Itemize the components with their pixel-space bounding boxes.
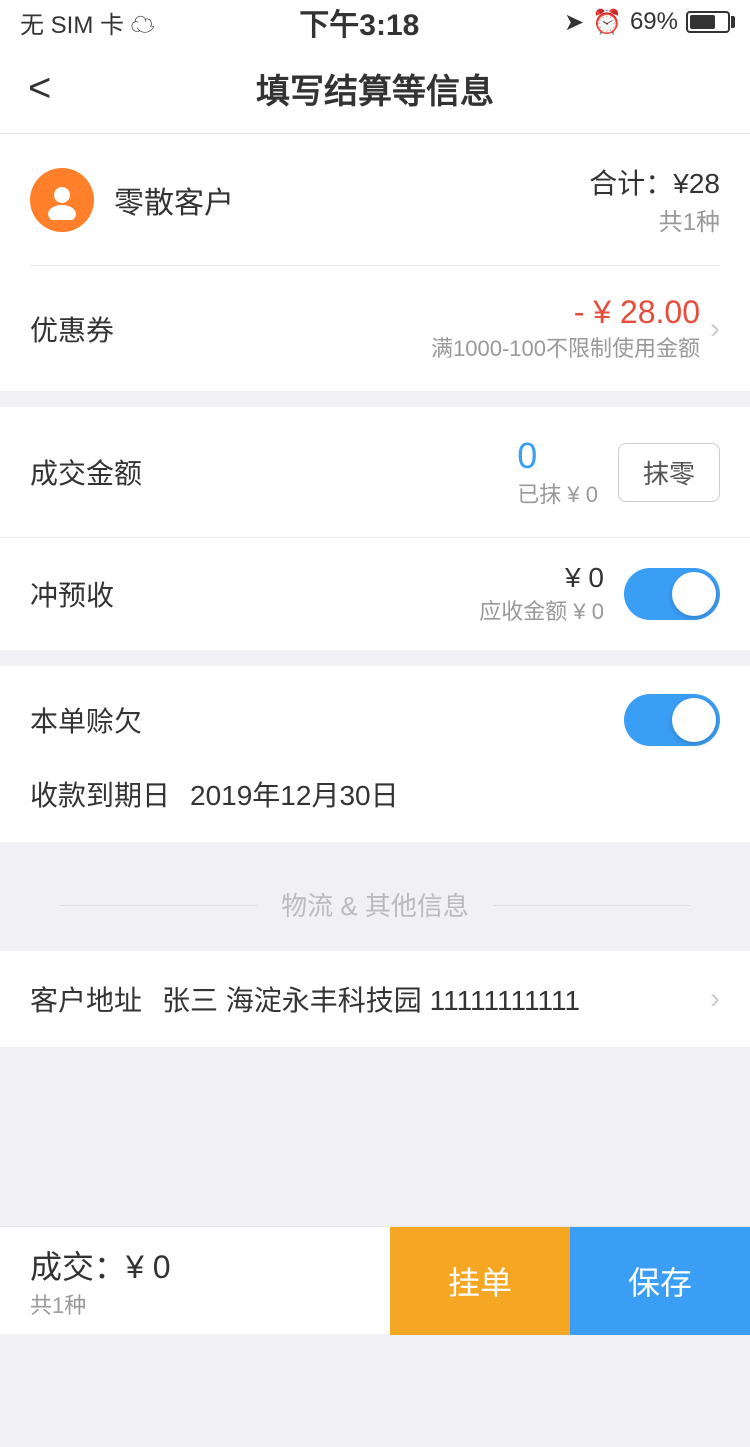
prepay-row: 冲预收 ¥ 0 应收金额 ¥ 0	[0, 537, 750, 650]
page-title: 填写结算等信息	[256, 64, 494, 113]
status-time: 下午3:18	[299, 0, 419, 44]
coupon-desc: 满1000-100不限制使用金额	[431, 331, 700, 363]
alarm-icon: ⏰	[592, 8, 622, 37]
customer-section: 零散客户 合计：¥28 共1种 优惠券 - ¥ 28.00 满1000-100不…	[0, 134, 750, 391]
debt-toggle-knob	[672, 698, 716, 742]
coupon-amount: - ¥ 28.00	[431, 294, 700, 331]
transaction-section: 成交金额 0 已抹 ¥ 0 抹零 冲预收 ¥ 0 应收金额 ¥ 0	[0, 407, 750, 650]
battery-icon	[686, 11, 730, 33]
prepay-toggle[interactable]	[624, 568, 720, 620]
coupon-label: 优惠券	[30, 309, 114, 349]
bottom-count: 共1种	[30, 1288, 360, 1320]
logistics-separator: 物流 & 其他信息	[0, 858, 750, 951]
prepay-info: ¥ 0 应收金额 ¥ 0	[479, 562, 604, 626]
chevron-right-icon: ›	[710, 312, 720, 346]
debt-section: 本单赊欠 收款到期日 2019年12月30日	[0, 666, 750, 842]
due-date-value: 2019年12月30日	[190, 774, 399, 814]
transaction-sub: 已抹 ¥ 0	[517, 477, 598, 509]
coupon-row[interactable]: 优惠券 - ¥ 28.00 满1000-100不限制使用金额 ›	[0, 266, 750, 391]
address-chevron-icon: ›	[710, 982, 720, 1016]
coupon-right: - ¥ 28.00 满1000-100不限制使用金额 ›	[431, 294, 720, 363]
bottom-deal: 成交：¥ 0	[30, 1242, 360, 1288]
bottom-deal-value: ¥ 0	[126, 1249, 170, 1285]
transaction-right: 0 已抹 ¥ 0 抹零	[517, 435, 720, 509]
nav-bar: < 填写结算等信息	[0, 44, 750, 134]
address-section[interactable]: 客户地址 张三 海淀永丰科技园 11111111111 ›	[0, 951, 750, 1047]
transaction-row: 成交金额 0 已抹 ¥ 0 抹零	[0, 407, 750, 537]
hold-button[interactable]: 挂单	[390, 1227, 570, 1335]
status-bar: 无 SIM 卡 ☁ 下午3:18 ➤ ⏰ 69%	[0, 0, 750, 44]
bottom-deal-label: 成交：	[30, 1249, 126, 1285]
customer-left: 零散客户	[30, 168, 234, 232]
prepay-right: ¥ 0 应收金额 ¥ 0	[479, 562, 720, 626]
debt-row: 本单赊欠	[0, 666, 750, 774]
toggle-knob	[672, 572, 716, 616]
address-value: 张三 海淀永丰科技园 11111111111	[162, 979, 580, 1019]
avatar	[30, 168, 94, 232]
battery-percent: 69%	[630, 8, 678, 36]
round-button[interactable]: 抹零	[618, 443, 720, 502]
bottom-summary: 成交：¥ 0 共1种	[0, 1242, 390, 1320]
prepay-label: 冲预收	[30, 574, 114, 614]
customer-count: 共1种	[589, 202, 720, 237]
due-date-label: 收款到期日	[30, 774, 170, 814]
address-label: 客户地址	[30, 979, 142, 1019]
customer-total: 合计：¥28	[589, 162, 720, 202]
customer-name: 零散客户	[114, 178, 234, 222]
sim-status: 无 SIM 卡 ☁	[20, 5, 155, 40]
status-right: ➤ ⏰ 69%	[564, 8, 730, 37]
transaction-value[interactable]: 0	[517, 435, 598, 477]
bottom-bar: 成交：¥ 0 共1种 挂单 保存	[0, 1226, 750, 1334]
prepay-value: ¥ 0	[479, 562, 604, 594]
transaction-label: 成交金额	[30, 452, 142, 492]
due-date-row: 收款到期日 2019年12月30日	[0, 774, 750, 842]
save-button[interactable]: 保存	[570, 1227, 750, 1335]
location-icon: ➤	[564, 8, 584, 37]
prepay-sub: 应收金额 ¥ 0	[479, 594, 604, 626]
coupon-info: - ¥ 28.00 满1000-100不限制使用金额	[431, 294, 700, 363]
address-left: 客户地址 张三 海淀永丰科技园 11111111111	[30, 979, 580, 1019]
status-left: 无 SIM 卡 ☁	[20, 5, 155, 40]
debt-toggle[interactable]	[624, 694, 720, 746]
customer-row: 零散客户 合计：¥28 共1种	[0, 134, 750, 265]
logistics-label: 物流 & 其他信息	[257, 891, 493, 921]
debt-label: 本单赊欠	[30, 700, 142, 740]
customer-summary: 合计：¥28 共1种	[589, 162, 720, 237]
back-button[interactable]: <	[28, 66, 51, 111]
